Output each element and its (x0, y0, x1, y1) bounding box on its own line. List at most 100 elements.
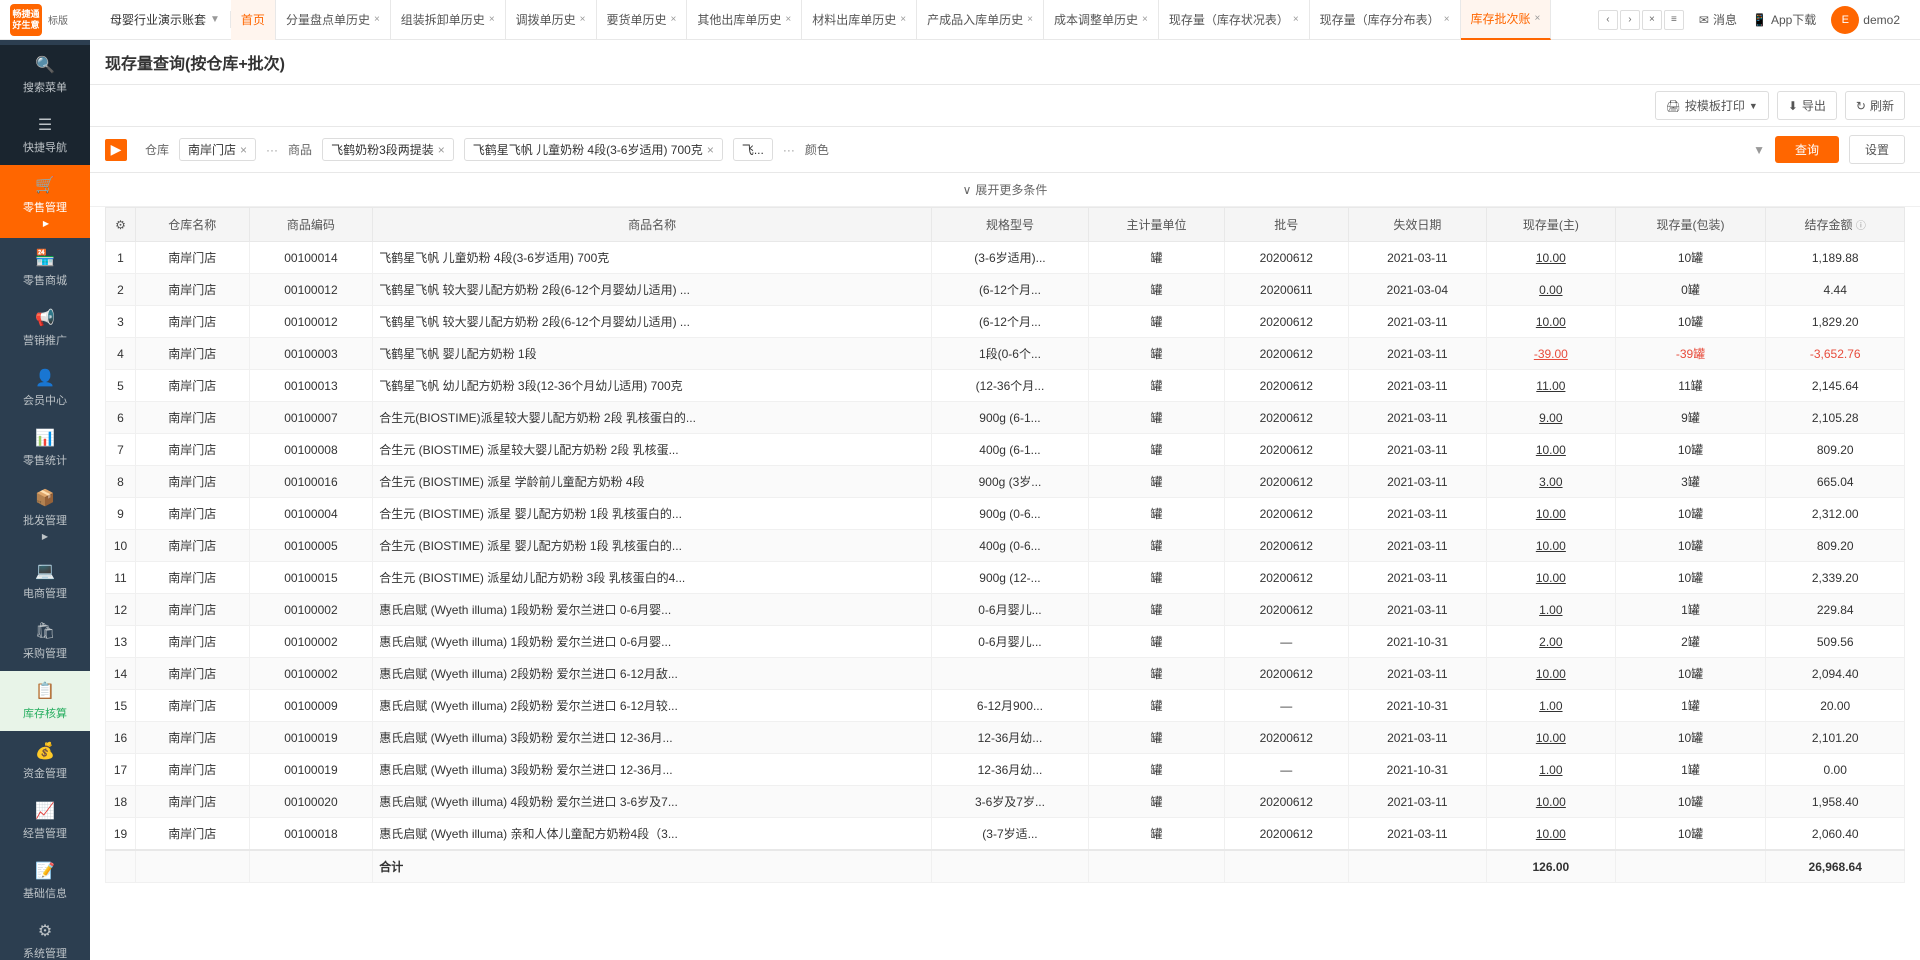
query-button[interactable]: 查询 (1775, 136, 1839, 163)
tab-close-6[interactable]: × (900, 14, 906, 25)
tab-2[interactable]: 组装拆卸单历史× (391, 0, 506, 40)
row-amount: 4.44 (1766, 274, 1905, 306)
row-code: 00100013 (249, 370, 373, 402)
refresh-button[interactable]: ↻ 刷新 (1845, 91, 1905, 120)
messages-button[interactable]: ✉ 消息 (1699, 11, 1737, 28)
row-qty-main[interactable]: 10.00 (1487, 434, 1615, 466)
tab-close-5[interactable]: × (785, 14, 791, 25)
row-qty-main[interactable]: 10.00 (1487, 818, 1615, 851)
tab-home[interactable]: 首页 (231, 0, 276, 40)
tab-close-3[interactable]: × (580, 14, 586, 25)
row-qty-main[interactable]: 0.00 (1487, 274, 1615, 306)
sidebar-item-system[interactable]: ⚙ 系统管理 (0, 911, 90, 960)
setting-button[interactable]: 设置 (1849, 135, 1905, 164)
product-tag-2-close-icon[interactable]: × (707, 143, 714, 157)
product-more-icon[interactable]: ··· (783, 143, 795, 157)
row-code: 00100007 (249, 402, 373, 434)
product-filter-tag-1[interactable]: 飞鹤奶粉3段两提装 × (322, 138, 454, 161)
tab-close-8[interactable]: × (1142, 14, 1148, 25)
warehouse-tag-close-icon[interactable]: × (240, 143, 247, 157)
row-qty-main[interactable]: 10.00 (1487, 562, 1615, 594)
sidebar-item-inventory[interactable]: 📋 库存核算 (0, 671, 90, 731)
row-qty-main[interactable]: 10.00 (1487, 530, 1615, 562)
row-name: 飞鹤星飞帆 婴儿配方奶粉 1段 (373, 338, 932, 370)
sidebar-item-wholesale[interactable]: 📦 批发管理 ▶ (0, 478, 90, 551)
tab-close-7[interactable]: × (1027, 14, 1033, 25)
sidebar-item-finance[interactable]: 💰 资金管理 (0, 731, 90, 791)
sidebar-item-mgmt[interactable]: 📈 经营管理 (0, 791, 90, 851)
sidebar-item-retail[interactable]: 🛒 零售管理 ▶ (0, 165, 90, 238)
sidebar-item-mall[interactable]: 🏪 零售商城 (0, 238, 90, 298)
export-button[interactable]: ⬇ 导出 (1777, 91, 1837, 120)
row-qty-main[interactable]: 10.00 (1487, 658, 1615, 690)
row-qty-main[interactable]: 1.00 (1487, 594, 1615, 626)
tab-close-1[interactable]: × (374, 14, 380, 25)
tab-next-button[interactable]: › (1620, 10, 1640, 30)
sidebar-item-ecommerce[interactable]: 💻 电商管理 (0, 551, 90, 611)
tab-close-10[interactable]: × (1444, 14, 1450, 25)
row-num: 4 (106, 338, 136, 370)
sidebar-item-purchase[interactable]: 🛍 采购管理 (0, 611, 90, 671)
row-qty-main[interactable]: 1.00 (1487, 754, 1615, 786)
tab-8[interactable]: 成本调整单历史× (1044, 0, 1159, 40)
table-row: 10 南岸门店 00100005 合生元 (BIOSTIME) 派星 婴儿配方奶… (106, 530, 1905, 562)
row-qty-main[interactable]: 10.00 (1487, 242, 1615, 274)
tab-11[interactable]: 库存批次账× (1461, 0, 1552, 40)
color-dropdown-icon[interactable]: ▼ (1753, 143, 1765, 157)
sidebar-item-member[interactable]: 👤 会员中心 (0, 358, 90, 418)
tab-close-2[interactable]: × (489, 14, 495, 25)
row-qty-main[interactable]: 10.00 (1487, 786, 1615, 818)
row-batch: — (1224, 690, 1348, 722)
warehouse-more-icon[interactable]: ··· (266, 143, 278, 157)
app-download-button[interactable]: 📱 App下载 (1752, 11, 1816, 28)
tab-close-9[interactable]: × (1293, 14, 1299, 25)
sidebar-item-search[interactable]: 🔍 搜索菜单 (0, 45, 90, 105)
tab-menu-button[interactable]: ≡ (1664, 10, 1684, 30)
row-name: 惠氏启赋 (Wyeth illuma) 1段奶粉 爱尔兰进口 0-6月婴... (373, 626, 932, 658)
row-qty-main[interactable]: 3.00 (1487, 466, 1615, 498)
tab-7[interactable]: 产成品入库单历史× (917, 0, 1044, 40)
sidebar-item-nav[interactable]: ☰ 快捷导航 (0, 105, 90, 165)
row-expire: 2021-03-11 (1348, 242, 1487, 274)
amount-info-icon[interactable]: ⓘ (1856, 221, 1866, 232)
row-warehouse: 南岸门店 (136, 818, 250, 851)
row-batch: 20200612 (1224, 722, 1348, 754)
sidebar-item-base[interactable]: 📝 基础信息 (0, 851, 90, 911)
row-qty-main[interactable]: 2.00 (1487, 626, 1615, 658)
user-menu[interactable]: E demo2 (1831, 6, 1900, 34)
tab-close-4[interactable]: × (671, 14, 677, 25)
tab-3[interactable]: 调拨单历史× (506, 0, 597, 40)
sidebar-item-stats[interactable]: 📊 零售统计 (0, 418, 90, 478)
account-dropdown[interactable]: 母婴行业演示账套 ▼ (100, 11, 231, 28)
row-qty-main[interactable]: 11.00 (1487, 370, 1615, 402)
settings-icon[interactable]: ⚙ (115, 218, 126, 232)
row-qty-main[interactable]: 10.00 (1487, 306, 1615, 338)
row-qty-main[interactable]: 9.00 (1487, 402, 1615, 434)
product-tag-1-close-icon[interactable]: × (438, 143, 445, 157)
row-qty-main[interactable]: 1.00 (1487, 690, 1615, 722)
filter-expand-arrow[interactable]: ▶ (105, 139, 127, 161)
row-amount: 229.84 (1766, 594, 1905, 626)
tab-1[interactable]: 分量盘点单历史× (276, 0, 391, 40)
expand-conditions-button[interactable]: ∨ 展开更多条件 (963, 181, 1048, 198)
tab-5[interactable]: 其他出库单历史× (687, 0, 802, 40)
tab-close-all-button[interactable]: × (1642, 10, 1662, 30)
tab-prev-button[interactable]: ‹ (1598, 10, 1618, 30)
tab-6[interactable]: 材料出库单历史× (802, 0, 917, 40)
account-name: 母婴行业演示账套 (110, 11, 206, 28)
tab-4[interactable]: 要货单历史× (597, 0, 688, 40)
row-qty-main[interactable]: -39.00 (1487, 338, 1615, 370)
print-button[interactable]: 🖨 按模板打印 ▼ (1655, 91, 1769, 120)
row-qty-main[interactable]: 10.00 (1487, 498, 1615, 530)
product-filter-tag-2[interactable]: 飞鹤星飞帆 儿童奶粉 4段(3-6岁适用) 700克 × (464, 138, 723, 161)
row-qty-main[interactable]: 10.00 (1487, 722, 1615, 754)
warehouse-filter-tag[interactable]: 南岸门店 × (179, 138, 256, 161)
product-filter-tag-more[interactable]: 飞... (733, 138, 773, 161)
sidebar-item-marketing[interactable]: 📢 营销推广 (0, 298, 90, 358)
tab-close-11[interactable]: × (1535, 13, 1541, 24)
tab-9[interactable]: 现存量（库存状况表）× (1159, 0, 1310, 40)
row-batch: 20200612 (1224, 658, 1348, 690)
row-code: 00100019 (249, 754, 373, 786)
tab-10[interactable]: 现存量（库存分布表）× (1310, 0, 1461, 40)
content-area: 现存量查询(按仓库+批次) 🖨 按模板打印 ▼ ⬇ 导出 ↻ 刷新 (90, 40, 1920, 960)
